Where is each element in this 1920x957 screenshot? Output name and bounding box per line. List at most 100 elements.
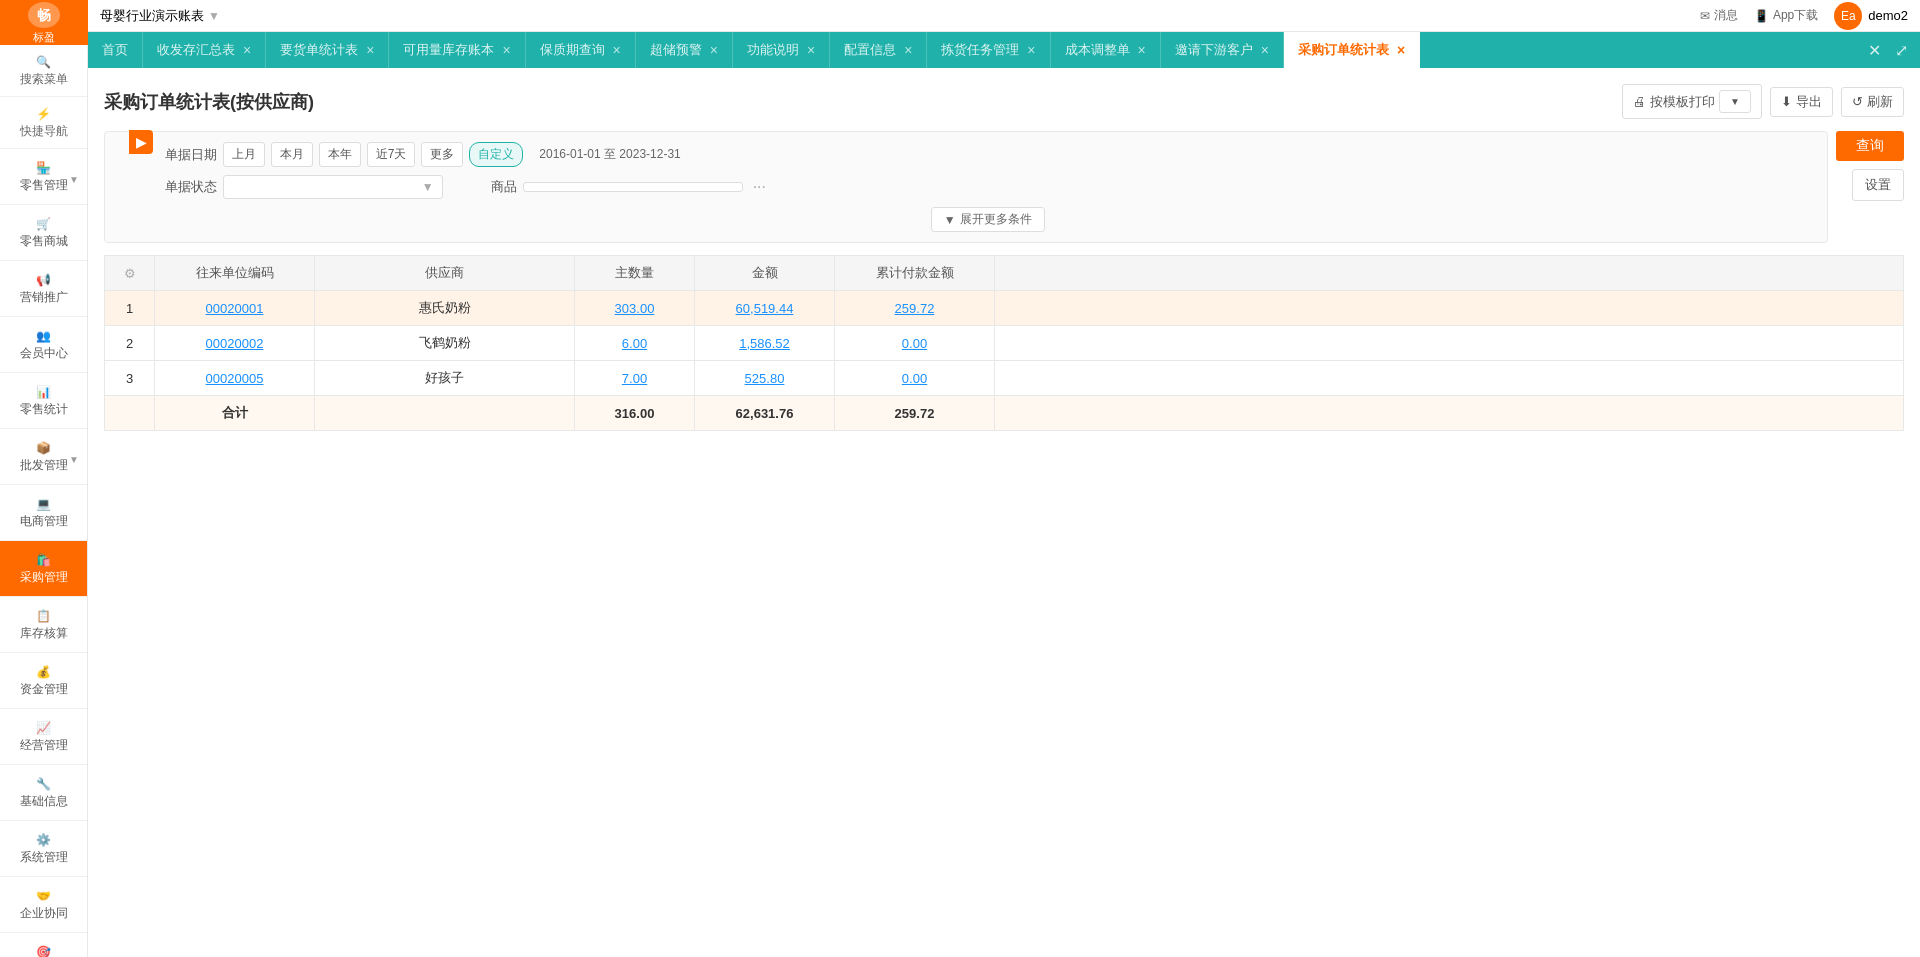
tab-feature-desc[interactable]: 功能说明 × [733, 32, 830, 68]
filter-date-custom[interactable]: 自定义 [469, 142, 523, 167]
avatar-text: Ea [1841, 9, 1856, 23]
tab-available-inventory[interactable]: 可用量库存账本 × [389, 32, 525, 68]
user-menu[interactable]: Ea demo2 [1834, 2, 1908, 30]
tab-invite-downstream[interactable]: 邀请下游客户 × [1161, 32, 1284, 68]
cell-paid[interactable]: 0.00 [835, 361, 995, 396]
page-title: 采购订单统计表(按供应商) [104, 90, 314, 114]
goods-input[interactable] [523, 182, 743, 192]
sidebar-item-operations[interactable]: 📈 经营管理 [0, 709, 87, 765]
tab-order-stats[interactable]: 要货单统计表 × [266, 32, 389, 68]
sidebar-item-quicknav[interactable]: ⚡ 快捷导航 [0, 97, 87, 149]
app-download-button[interactable]: 📱 App下载 [1754, 7, 1818, 24]
tab-pick-task[interactable]: 拣货任务管理 × [927, 32, 1050, 68]
sidebar-item-search[interactable]: 🔍 搜索菜单 [0, 45, 87, 97]
tab-close-icon3[interactable]: × [502, 43, 510, 57]
tab-close-icon2[interactable]: × [366, 43, 374, 57]
tab-close-icon5[interactable]: × [710, 43, 718, 57]
cell-qty[interactable]: 7.00 [575, 361, 695, 396]
tab-close-icon7[interactable]: × [904, 43, 912, 57]
print-button[interactable]: 🖨 按模板打印 ▼ [1622, 84, 1762, 119]
sidebar-item-purchase[interactable]: 🛍️ 采购管理 [0, 541, 87, 597]
export-button[interactable]: ⬇ 导出 [1770, 87, 1833, 117]
refresh-icon: ↺ [1852, 94, 1863, 109]
tab-overstock-warning[interactable]: 超储预警 × [636, 32, 733, 68]
tab-home[interactable]: 首页 [88, 32, 143, 68]
cell-code[interactable]: 00020001 [155, 291, 315, 326]
table-row[interactable]: 2 00020002 飞鹤奶粉 6.00 1,586.52 0.00 [105, 326, 1904, 361]
filter-date-last-month[interactable]: 上月 [223, 142, 265, 167]
date-label: 单据日期 [165, 146, 217, 164]
tab-label2: 要货单统计表 [280, 41, 358, 59]
tab-purchase-order-stats[interactable]: 采购订单统计表 × [1284, 32, 1420, 68]
filter-date-this-year[interactable]: 本年 [319, 142, 361, 167]
cell-qty[interactable]: 303.00 [575, 291, 695, 326]
filter-date-this-month[interactable]: 本月 [271, 142, 313, 167]
tab-close-all-button[interactable]: ✕ [1864, 41, 1885, 60]
column-settings-icon[interactable]: ⚙ [124, 266, 136, 281]
cell-code[interactable]: 00020002 [155, 326, 315, 361]
cell-supplier: 惠氏奶粉 [315, 291, 575, 326]
cell-code[interactable]: 00020005 [155, 361, 315, 396]
sidebar-item-finance[interactable]: 💰 资金管理 [0, 653, 87, 709]
sidebar-item-wholesale[interactable]: 📦 批发管理 ▼ [0, 429, 87, 485]
sidebar-item-inventory[interactable]: 📋 库存核算 [0, 597, 87, 653]
filter-date-item: 单据日期 上月 本月 本年 近7天 更多 自定义 [165, 142, 524, 167]
breadcrumb-dropdown[interactable]: 母婴行业演示账表 ▼ [100, 7, 220, 25]
cell-amount[interactable]: 525.80 [695, 361, 835, 396]
tab-label4: 保质期查询 [540, 41, 605, 59]
status-label: 单据状态 [165, 178, 217, 196]
sidebar-item-system[interactable]: ⚙️ 系统管理 [0, 821, 87, 877]
tab-close-icon4[interactable]: × [613, 43, 621, 57]
tab-close-icon10[interactable]: × [1261, 43, 1269, 57]
filter-date-7days[interactable]: 近7天 [367, 142, 416, 167]
cell-extra [995, 326, 1904, 361]
sidebar-item-collab[interactable]: 🤝 企业协同 [0, 877, 87, 933]
sidebar-item-retail-mall[interactable]: 🛒 零售商城 [0, 205, 87, 261]
sidebar-item-basic-info[interactable]: 🔧 基础信息 [0, 765, 87, 821]
basic-info-icon: 🔧 [36, 777, 51, 791]
quicknav-icon: ⚡ [36, 107, 51, 121]
tab-maximize-button[interactable]: ⤢ [1891, 41, 1912, 60]
query-button[interactable]: 查询 [1836, 131, 1904, 161]
table-row[interactable]: 1 00020001 惠氏奶粉 303.00 60,519.44 259.72 [105, 291, 1904, 326]
logo-icon: 畅 [26, 0, 62, 30]
tab-receive-send-summary[interactable]: 收发存汇总表 × [143, 32, 266, 68]
filter-status-item: 单据状态 ▼ [165, 175, 443, 199]
cell-amount[interactable]: 1,586.52 [695, 326, 835, 361]
sidebar-item-guide[interactable]: 🎯 新手引导 [0, 933, 87, 957]
filter-date-range-item: 2016-01-01 至 2023-12-31 [539, 146, 680, 163]
tab-close-icon9[interactable]: × [1138, 43, 1146, 57]
message-button[interactable]: ✉ 消息 [1700, 7, 1738, 24]
tab-cost-adjust[interactable]: 成本调整单 × [1051, 32, 1161, 68]
filter-row-2: 单据状态 ▼ 商品 ··· [165, 175, 1811, 199]
username: demo2 [1868, 8, 1908, 23]
sidebar-item-ecommerce[interactable]: 💻 电商管理 [0, 485, 87, 541]
expand-more-button[interactable]: ▼ 展开更多条件 [931, 207, 1045, 232]
cell-qty[interactable]: 6.00 [575, 326, 695, 361]
tab-close-icon8[interactable]: × [1027, 43, 1035, 57]
tab-close-icon[interactable]: × [243, 43, 251, 57]
filter-toggle-button[interactable]: ▶ [129, 130, 153, 154]
status-select[interactable]: ▼ [223, 175, 443, 199]
settings-button[interactable]: 设置 [1852, 169, 1904, 201]
filter-date-range: 2016-01-01 至 2023-12-31 [539, 146, 680, 163]
topbar-left: 母婴行业演示账表 ▼ [100, 7, 220, 25]
sidebar-item-marketing[interactable]: 📢 营销推广 [0, 261, 87, 317]
chevron-down-icon4: ▼ [944, 213, 956, 227]
cell-amount[interactable]: 60,519.44 [695, 291, 835, 326]
printer-icon: 🖨 [1633, 94, 1646, 109]
tab-close-icon6[interactable]: × [807, 43, 815, 57]
cell-paid[interactable]: 0.00 [835, 326, 995, 361]
more-filters-icon[interactable]: ··· [753, 178, 766, 196]
tab-config-info[interactable]: 配置信息 × [830, 32, 927, 68]
cell-paid[interactable]: 259.72 [835, 291, 995, 326]
table-row[interactable]: 3 00020005 好孩子 7.00 525.80 0.00 [105, 361, 1904, 396]
tab-close-icon11[interactable]: × [1397, 43, 1405, 57]
sidebar-item-members[interactable]: 👥 会员中心 [0, 317, 87, 373]
sidebar-item-retail-mgmt[interactable]: 🏪 零售管理 ▼ [0, 149, 87, 205]
sidebar-item-retail-stats[interactable]: 📊 零售统计 [0, 373, 87, 429]
refresh-button[interactable]: ↺ 刷新 [1841, 87, 1904, 117]
cell-supplier: 飞鹤奶粉 [315, 326, 575, 361]
tab-expiry-query[interactable]: 保质期查询 × [526, 32, 636, 68]
filter-date-more[interactable]: 更多 [421, 142, 463, 167]
